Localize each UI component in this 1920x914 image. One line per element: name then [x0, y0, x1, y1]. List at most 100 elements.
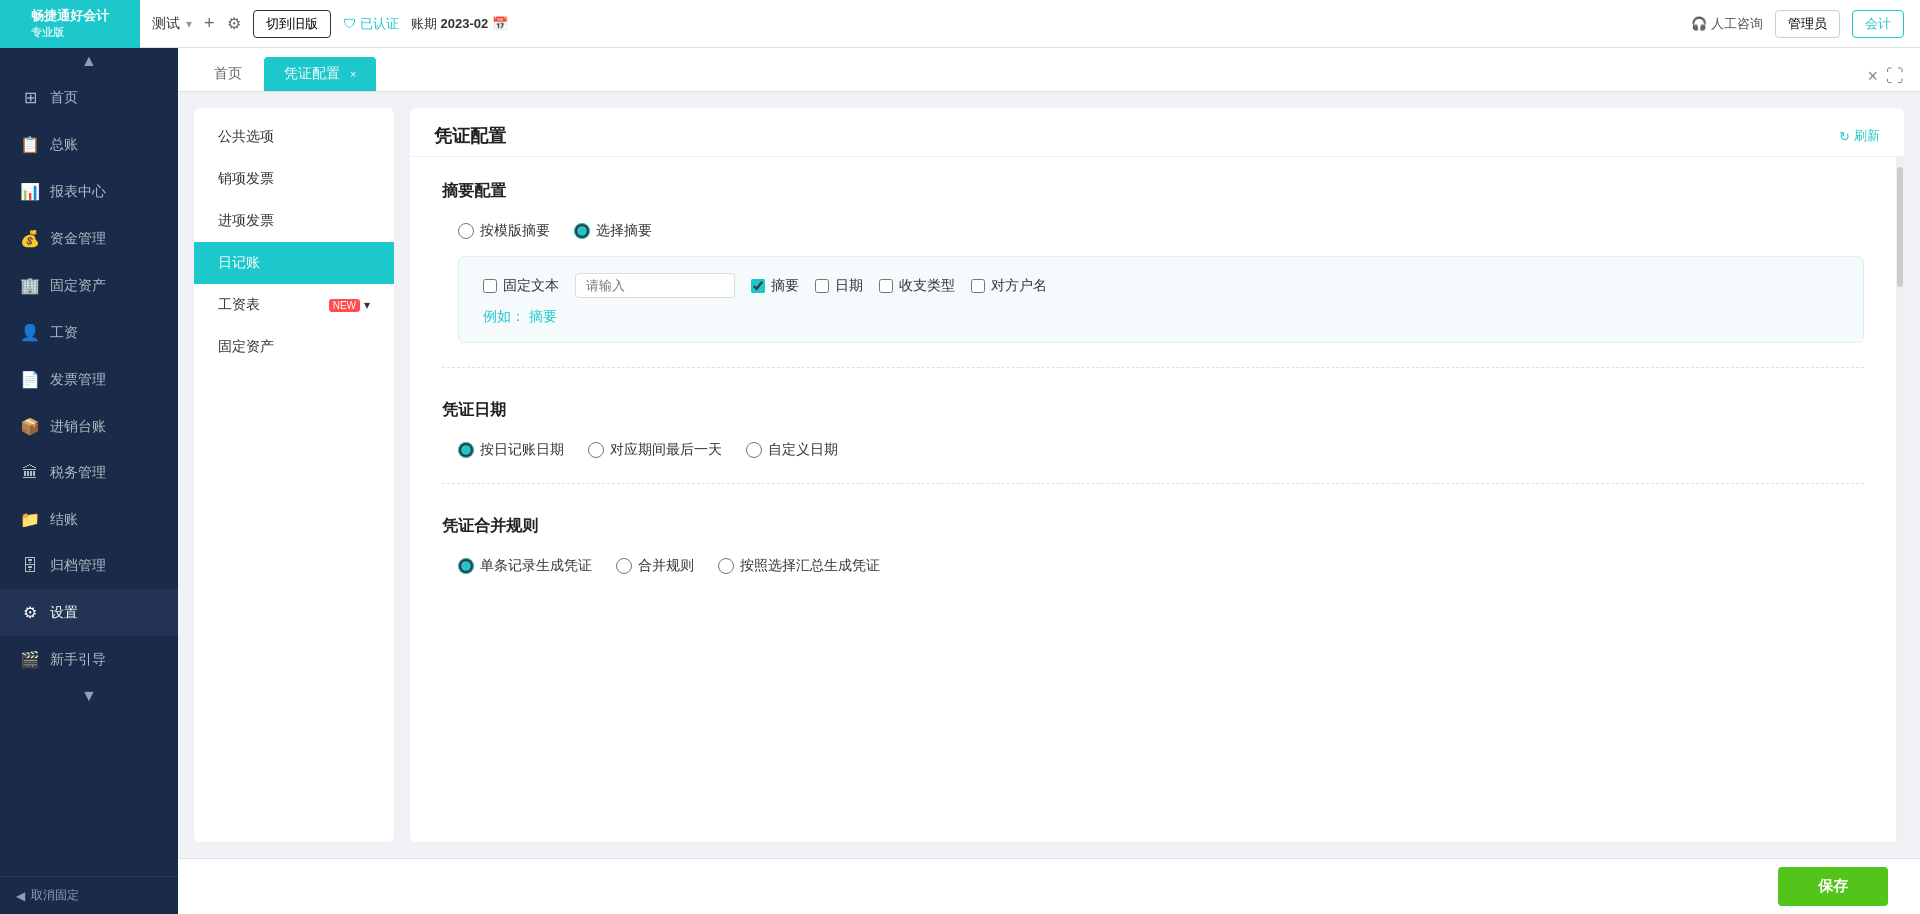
tab-voucher-config[interactable]: 凭证配置 ×: [264, 57, 376, 91]
income-type-checkbox[interactable]: [879, 279, 893, 293]
left-nav-fixed-assets[interactable]: 固定资产: [194, 326, 394, 368]
tab-close-icon[interactable]: ×: [350, 68, 356, 80]
sidebar-label-closing: 结账: [50, 511, 78, 529]
radio-select[interactable]: [574, 223, 590, 239]
sidebar-scroll-down[interactable]: ▼: [0, 683, 178, 709]
summary-checkbox[interactable]: [751, 279, 765, 293]
period-value: 2023-02: [441, 16, 489, 31]
admin-button[interactable]: 管理员: [1775, 10, 1840, 38]
sidebar-item-home[interactable]: ⊞ 首页: [0, 74, 178, 121]
sidebar-item-invoices[interactable]: 📄 发票管理: [0, 356, 178, 403]
certified-label: 已认证: [360, 15, 399, 33]
archive-icon: 🗄: [20, 557, 40, 575]
date-checkbox[interactable]: [815, 279, 829, 293]
radio-journal-date[interactable]: [458, 442, 474, 458]
sidebar-item-guide[interactable]: 🎬 新手引导: [0, 636, 178, 683]
summary-sub-panel: 固定文本 摘要: [458, 256, 1864, 343]
project-dropdown-icon[interactable]: ▾: [186, 17, 192, 31]
page-content: 公共选项 销项发票 进项发票 日记账 工资表 NEW ▾: [178, 92, 1920, 858]
radio-select-summary-label[interactable]: 按照选择汇总生成凭证: [718, 557, 880, 575]
sidebar-label-guide: 新手引导: [50, 651, 106, 669]
left-nav-purchase-invoice[interactable]: 进项发票: [194, 200, 394, 242]
wages-icon: 👤: [20, 323, 40, 342]
radio-custom-label[interactable]: 自定义日期: [746, 441, 838, 459]
radio-merge-rules[interactable]: [616, 558, 632, 574]
sidebar-item-settings[interactable]: ⚙ 设置: [0, 589, 178, 636]
radio-single-label[interactable]: 单条记录生成凭证: [458, 557, 592, 575]
calendar-icon[interactable]: 📅: [492, 16, 508, 31]
summary-checkbox-label[interactable]: 摘要: [751, 277, 799, 295]
sidebar-item-funds[interactable]: 💰 资金管理: [0, 215, 178, 262]
tab-voucher-config-label: 凭证配置: [284, 65, 340, 83]
left-nav-sales-invoice[interactable]: 销项发票: [194, 158, 394, 200]
consult-button[interactable]: 🎧 人工咨询: [1691, 15, 1763, 33]
counterpart-checkbox[interactable]: [971, 279, 985, 293]
topbar-add-icon[interactable]: +: [204, 13, 215, 34]
merge-radio-group: 单条记录生成凭证 合并规则 按照选择汇总生成凭证: [458, 557, 880, 575]
logo-line2: 专业版: [31, 25, 109, 40]
left-nav-public[interactable]: 公共选项: [194, 116, 394, 158]
radio-custom[interactable]: [746, 442, 762, 458]
cancel-fixed-button[interactable]: ◀ 取消固定: [0, 876, 178, 914]
topbar-settings-icon[interactable]: ⚙: [227, 14, 241, 33]
merge-section-title: 凭证合并规则: [442, 516, 1864, 537]
sidebar-label-archive: 归档管理: [50, 557, 106, 575]
topbar: 畅捷通好会计 专业版 测试 ▾ + ⚙ 切到旧版 🛡 已认证 账期 2023-0…: [0, 0, 1920, 48]
fixed-text-checkbox[interactable]: [483, 279, 497, 293]
main-layout: ▲ ⊞ 首页 📋 总账 📊 报表中心 💰 资金管理 🏢 固定资产 👤 工资 📄: [0, 48, 1920, 914]
counterpart-checkbox-label[interactable]: 对方户名: [971, 277, 1047, 295]
tax-icon: 🏛: [20, 464, 40, 482]
radio-period-last-label[interactable]: 对应期间最后一天: [588, 441, 722, 459]
summary-sub-row: 固定文本 摘要: [483, 273, 1839, 298]
merge-section: 凭证合并规则 单条记录生成凭证 合并规则: [442, 516, 1864, 599]
radio-single[interactable]: [458, 558, 474, 574]
radio-template-label[interactable]: 按模版摘要: [458, 222, 550, 240]
date-checkbox-label[interactable]: 日期: [815, 277, 863, 295]
radio-select-summary[interactable]: [718, 558, 734, 574]
sidebar-label-reports: 报表中心: [50, 183, 106, 201]
sidebar-item-tax[interactable]: 🏛 税务管理: [0, 450, 178, 496]
refresh-icon: ↻: [1839, 129, 1850, 144]
payroll-chevron-icon: ▾: [364, 298, 370, 312]
ledger-icon: 📋: [20, 135, 40, 154]
sidebar-item-closing[interactable]: 📁 结账: [0, 496, 178, 543]
accountant-button[interactable]: 会计: [1852, 10, 1904, 38]
summary-options: 按模版摘要 选择摘要: [442, 222, 1864, 343]
switch-old-button[interactable]: 切到旧版: [253, 10, 331, 38]
sidebar-item-assets[interactable]: 🏢 固定资产: [0, 262, 178, 309]
period-label: 账期: [411, 15, 437, 33]
radio-period-last[interactable]: [588, 442, 604, 458]
close-window-button[interactable]: ×: [1867, 66, 1878, 87]
app-logo: 畅捷通好会计 专业版: [0, 0, 140, 48]
config-panel: 凭证配置 ↻ 刷新 摘要配置: [410, 108, 1904, 842]
tab-home[interactable]: 首页: [194, 57, 262, 91]
project-selector[interactable]: 测试 ▾: [152, 15, 192, 33]
sidebar-item-reports[interactable]: 📊 报表中心: [0, 168, 178, 215]
radio-template[interactable]: [458, 223, 474, 239]
income-type-checkbox-label[interactable]: 收支类型: [879, 277, 955, 295]
fullscreen-button[interactable]: ⛶: [1886, 66, 1904, 87]
content-area: 首页 凭证配置 × × ⛶ 公共选项 销项发票 进项发票: [178, 48, 1920, 914]
refresh-button[interactable]: ↻ 刷新: [1839, 127, 1880, 145]
sidebar-item-purchase-sales[interactable]: 📦 进销台账: [0, 403, 178, 450]
settings-icon: ⚙: [20, 603, 40, 622]
date-section: 凭证日期 按日记账日期 对应期间最后一天: [442, 400, 1864, 484]
radio-journal-date-label[interactable]: 按日记账日期: [458, 441, 564, 459]
sidebar-scroll-up[interactable]: ▲: [0, 48, 178, 74]
summary-radio-group: 按模版摘要 选择摘要: [458, 222, 652, 240]
radio-select-label[interactable]: 选择摘要: [574, 222, 652, 240]
save-button[interactable]: 保存: [1778, 867, 1888, 906]
sidebar-item-archive[interactable]: 🗄 归档管理: [0, 543, 178, 589]
fixed-text-input[interactable]: [575, 273, 735, 298]
scroll-thumb[interactable]: [1897, 167, 1903, 287]
shield-icon: 🛡: [343, 16, 356, 31]
purchase-sales-icon: 📦: [20, 417, 40, 436]
sidebar-item-ledger[interactable]: 📋 总账: [0, 121, 178, 168]
left-nav-payroll[interactable]: 工资表 NEW ▾: [194, 284, 394, 326]
fixed-text-checkbox-label[interactable]: 固定文本: [483, 277, 559, 295]
period-info: 账期 2023-02 📅: [411, 15, 509, 33]
sidebar-item-wages[interactable]: 👤 工资: [0, 309, 178, 356]
project-name: 测试: [152, 15, 180, 33]
radio-merge-rules-label[interactable]: 合并规则: [616, 557, 694, 575]
left-nav-journal[interactable]: 日记账: [194, 242, 394, 284]
